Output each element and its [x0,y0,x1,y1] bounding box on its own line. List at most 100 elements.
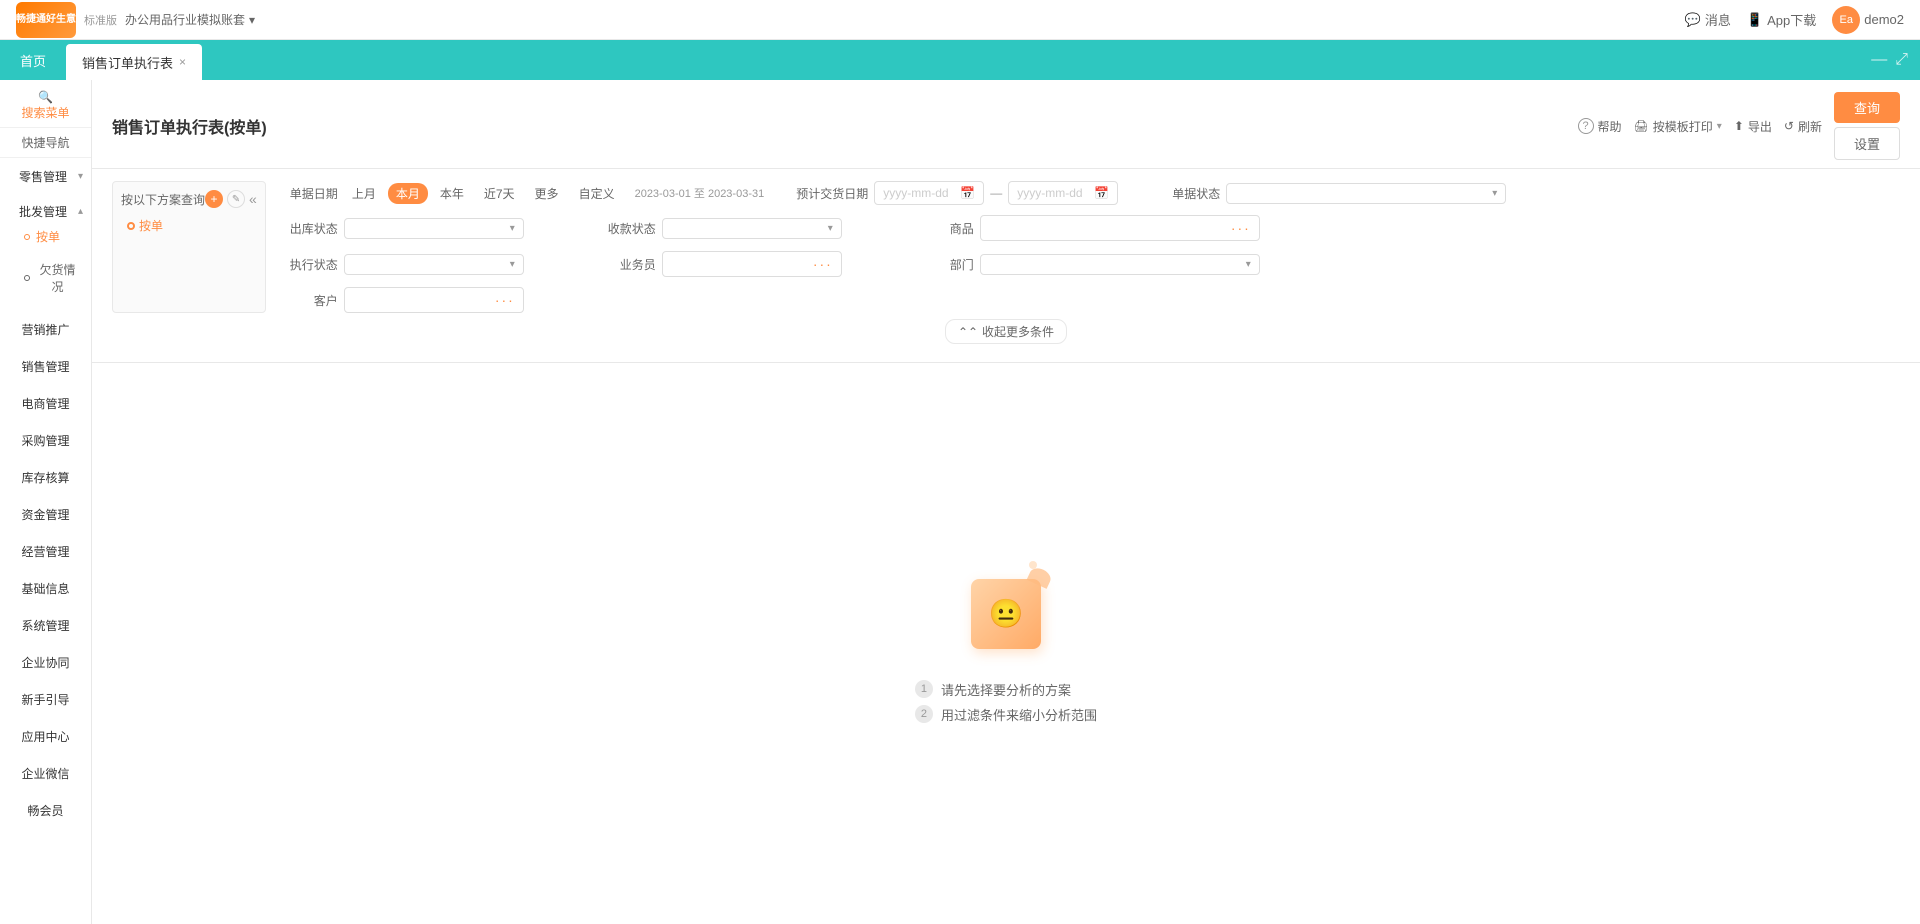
sidebar-item-purchase[interactable]: 采购管理 [0,422,91,459]
sidebar-search-label: 搜索菜单 [8,104,83,121]
help-button[interactable]: ? 帮助 [1578,118,1622,135]
filter-row-4: 客户 ··· [278,287,1900,313]
sidebar-item-wholesale[interactable]: 批发管理 ▴ 按单 欠货情况 [0,195,91,311]
logo: 畅捷通好生意 [16,2,76,38]
template-print-arrow: ▾ [1717,121,1722,132]
sidebar-item-corpwechat-label: 企业微信 [8,765,83,782]
refresh-button[interactable]: ↺ 刷新 [1784,118,1822,135]
filter-fields: 单据日期 上月 本月 本年 近7天 更多 自定义 2023-03-01 至 20… [278,181,1900,313]
date-tab-cur-year[interactable]: 本年 [432,183,472,204]
sidebar-item-system-label: 系统管理 [8,617,83,634]
sidebar-item-retail[interactable]: 零售管理 ▾ [0,158,91,195]
sub-sidebar: 按单 欠货情况 [0,220,91,303]
exec-select[interactable]: ▾ [344,254,524,275]
salesman-field: 业务员 ··· [596,251,842,277]
dept-select[interactable]: ▾ [980,254,1260,275]
subtitle: 标准版 [84,12,117,28]
date-tab-cur-month[interactable]: 本月 [388,183,428,204]
filter-row-3: 执行状态 ▾ 业务员 ··· [278,251,1900,277]
payment-select[interactable]: ▾ [662,218,842,239]
user-menu[interactable]: Ea demo2 [1832,6,1904,34]
company-selector[interactable]: 办公用品行业模拟账套 ▾ [125,11,255,28]
content: 销售订单执行表(按单) ? 帮助 🖨 按模板打印 ▾ ⬆ 导出 ↺ 刷新 [92,80,1920,924]
export-icon: ⬆ [1734,119,1744,133]
salesman-select[interactable]: ··· [662,251,842,277]
sidebar-item-inventory[interactable]: 库存核算 [0,459,91,496]
sidebar: 🔍 搜索菜单 快捷导航 零售管理 ▾ 批发管理 ▴ 按单 欠货情况 [0,80,92,924]
collapse-up-icon: ⌃⌃ [958,325,978,339]
empty-hints: 1 请先选择要分析的方案 2 用过滤条件来缩小分析范围 [915,680,1097,724]
status-select[interactable]: ▾ [1226,183,1506,204]
collapse-button[interactable]: ⌃⌃ 收起更多条件 [945,319,1067,344]
message-button[interactable]: 💬 消息 [1685,10,1731,29]
tab-close-icon[interactable]: × [179,55,186,69]
expected-date-start-input[interactable]: yyyy-mm-dd 📅 [874,181,984,205]
sidebar-item-basic[interactable]: 基础信息 [0,570,91,607]
shipment-select[interactable]: ▾ [344,218,524,239]
sidebar-item-enterprise[interactable]: 企业协同 [0,644,91,681]
payment-label: 收款状态 [596,220,656,237]
goods-select[interactable]: ··· [980,215,1260,241]
sidebar-item-system[interactable]: 系统管理 [0,607,91,644]
set-button[interactable]: 设置 [1834,127,1900,160]
collapse-solution-icon[interactable]: « [249,191,257,207]
topbar: 畅捷通好生意 标准版 办公用品行业模拟账套 ▾ 💬 消息 📱 App下载 Ea … [0,0,1920,40]
export-button[interactable]: ⬆ 导出 [1734,118,1772,135]
status-field: 单据状态 ▾ [1150,183,1506,204]
app-label: App下载 [1767,10,1816,29]
filter-row-1: 单据日期 上月 本月 本年 近7天 更多 自定义 2023-03-01 至 20… [278,181,1900,205]
sidebar-item-wholesale-arrow: ▴ [78,206,83,217]
dept-arrow-icon: ▾ [1246,259,1251,270]
sidebar-item-ecommerce[interactable]: 电商管理 [0,385,91,422]
refresh-label: 刷新 [1798,118,1822,135]
sub-item-debt[interactable]: 欠货情况 [0,253,91,303]
payment-field: 收款状态 ▾ [596,218,842,239]
tab-home[interactable]: 首页 [0,40,66,80]
expected-date-end-placeholder: yyyy-mm-dd [1017,186,1082,200]
tab-sales-execute-label: 销售订单执行表 [82,53,173,72]
query-button[interactable]: 查询 [1834,92,1900,123]
app-download-button[interactable]: 📱 App下载 [1747,10,1816,29]
date-tab-last7[interactable]: 近7天 [476,183,523,204]
template-print-button[interactable]: 🖨 按模板打印 ▾ [1634,118,1722,135]
sidebar-item-sales[interactable]: 销售管理 [0,348,91,385]
sidebar-item-member[interactable]: 畅会员 [0,792,91,829]
sidebar-shortcut[interactable]: 快捷导航 [0,128,91,158]
dept-label: 部门 [914,256,974,273]
customer-field: 客户 ··· [278,287,524,313]
sidebar-item-corpwechat[interactable]: 企业微信 [0,755,91,792]
main-layout: 🔍 搜索菜单 快捷导航 零售管理 ▾ 批发管理 ▴ 按单 欠货情况 [0,80,1920,924]
hint-num-2: 2 [915,705,933,723]
solution-item-order[interactable]: 按单 [121,214,257,237]
sidebar-item-appstore[interactable]: 应用中心 [0,718,91,755]
tabbar: 首页 销售订单执行表 × — ⤢ [0,40,1920,80]
sidebar-item-finance[interactable]: 资金管理 [0,496,91,533]
sidebar-item-newbie[interactable]: 新手引导 [0,681,91,718]
add-solution-button[interactable]: + [205,190,223,208]
expected-date-end-input[interactable]: yyyy-mm-dd 📅 [1008,181,1118,205]
hint-text-2: 用过滤条件来缩小分析范围 [941,705,1097,724]
calendar-end-icon: 📅 [1094,186,1109,200]
minimize-icon[interactable]: — [1871,51,1887,69]
help-icon: ? [1578,118,1594,134]
solution-panel: 按以下方案查询 + ✎ « 按单 [112,181,266,313]
date-tab-more[interactable]: 更多 [527,183,567,204]
tabbar-actions: — ⤢ [1871,51,1920,69]
edit-solution-button[interactable]: ✎ [227,190,245,208]
date-tab-prev-month[interactable]: 上月 [344,183,384,204]
sidebar-search[interactable]: 🔍 搜索菜单 [0,80,91,128]
maximize-icon[interactable]: ⤢ [1895,51,1908,69]
status-label: 单据状态 [1150,185,1220,202]
sidebar-item-newbie-label: 新手引导 [8,691,83,708]
sub-item-order[interactable]: 按单 [0,220,91,253]
sub-item-debt-label: 欠货情况 [36,261,79,295]
expected-date-start-placeholder: yyyy-mm-dd [883,186,948,200]
empty-hint-2: 2 用过滤条件来缩小分析范围 [915,705,1097,724]
date-label: 单据日期 [278,185,338,202]
date-tab-custom[interactable]: 自定义 [571,183,623,204]
sidebar-item-operation[interactable]: 经营管理 [0,533,91,570]
sidebar-item-marketing[interactable]: 营销推广 [0,311,91,348]
tab-sales-execute[interactable]: 销售订单执行表 × [66,44,202,80]
customer-select[interactable]: ··· [344,287,524,313]
sidebar-item-enterprise-label: 企业协同 [8,654,83,671]
